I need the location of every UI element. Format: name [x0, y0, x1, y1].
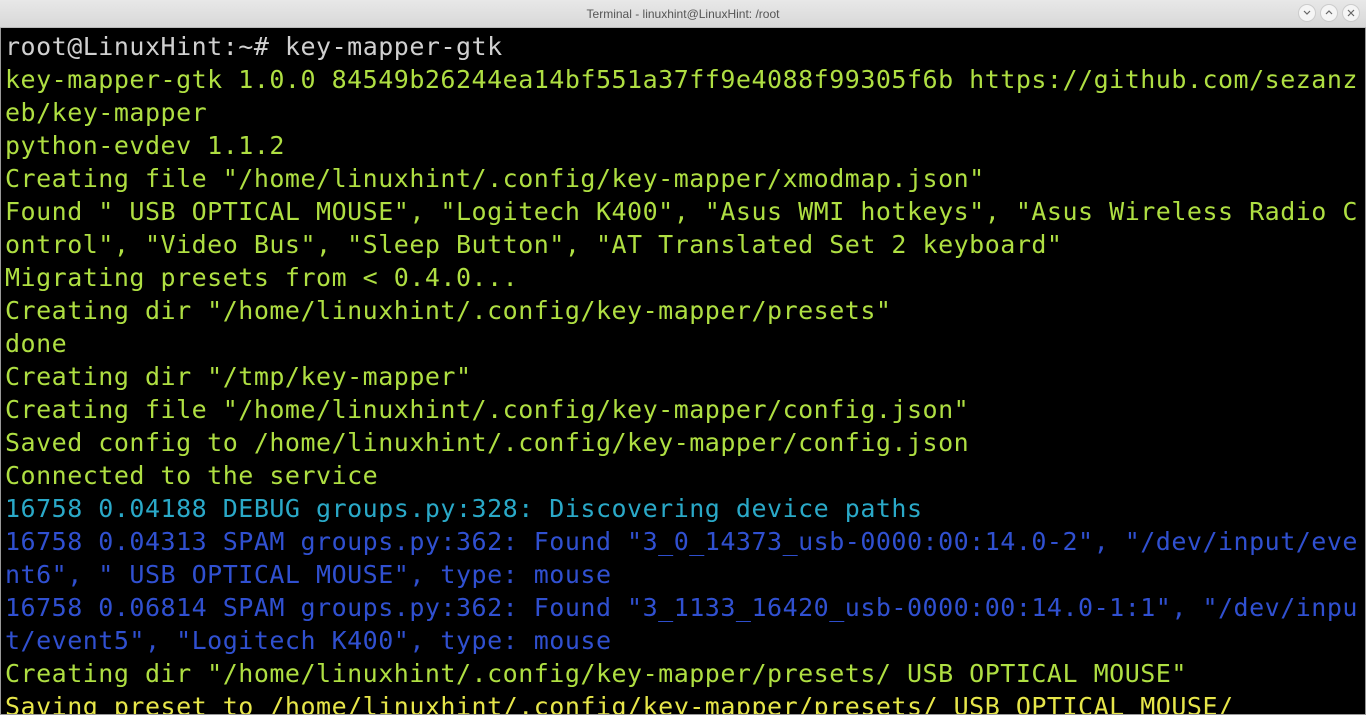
chevron-down-icon	[1303, 9, 1311, 17]
output-line: Creating dir "/home/linuxhint/.config/ke…	[5, 659, 1187, 688]
maximize-button[interactable]	[1320, 4, 1338, 22]
close-icon	[1347, 9, 1355, 17]
minimize-button[interactable]	[1298, 4, 1316, 22]
output-line: Creating file "/home/linuxhint/.config/k…	[5, 395, 969, 424]
output-line: Creating dir "/home/linuxhint/.config/ke…	[5, 296, 891, 325]
spam-line: 16758 0.04313 SPAM groups.py:362: Found …	[5, 527, 1358, 589]
output-line: Migrating presets from < 0.4.0...	[5, 263, 518, 292]
output-line: key-mapper-gtk 1.0.0 84549b26244ea14bf55…	[5, 65, 1358, 127]
window-titlebar[interactable]: Terminal - linuxhint@LinuxHint: /root	[0, 0, 1366, 28]
command: key-mapper-gtk	[285, 32, 503, 61]
output-line: python-evdev 1.1.2	[5, 131, 285, 160]
output-line: Creating file "/home/linuxhint/.config/k…	[5, 164, 985, 193]
close-button[interactable]	[1342, 4, 1360, 22]
prompt: root@LinuxHint:~#	[5, 32, 285, 61]
terminal-viewport[interactable]: root@LinuxHint:~# key-mapper-gtk key-map…	[0, 28, 1366, 715]
output-line: Connected to the service	[5, 461, 378, 490]
output-line: Creating dir "/tmp/key-mapper"	[5, 362, 472, 391]
terminal-window: Terminal - linuxhint@LinuxHint: /root ro…	[0, 0, 1366, 715]
window-controls	[1298, 4, 1360, 22]
chevron-up-icon	[1325, 9, 1333, 17]
spam-line: 16758 0.06814 SPAM groups.py:362: Found …	[5, 593, 1358, 655]
output-line: Saved config to /home/linuxhint/.config/…	[5, 428, 969, 457]
output-line: done	[5, 329, 67, 358]
output-line: Saving preset to /home/linuxhint/.config…	[5, 692, 1234, 715]
debug-line: 16758 0.04188 DEBUG groups.py:328: Disco…	[5, 494, 923, 523]
window-title: Terminal - linuxhint@LinuxHint: /root	[587, 7, 780, 21]
output-line: Found " USB OPTICAL MOUSE", "Logitech K4…	[5, 197, 1358, 259]
